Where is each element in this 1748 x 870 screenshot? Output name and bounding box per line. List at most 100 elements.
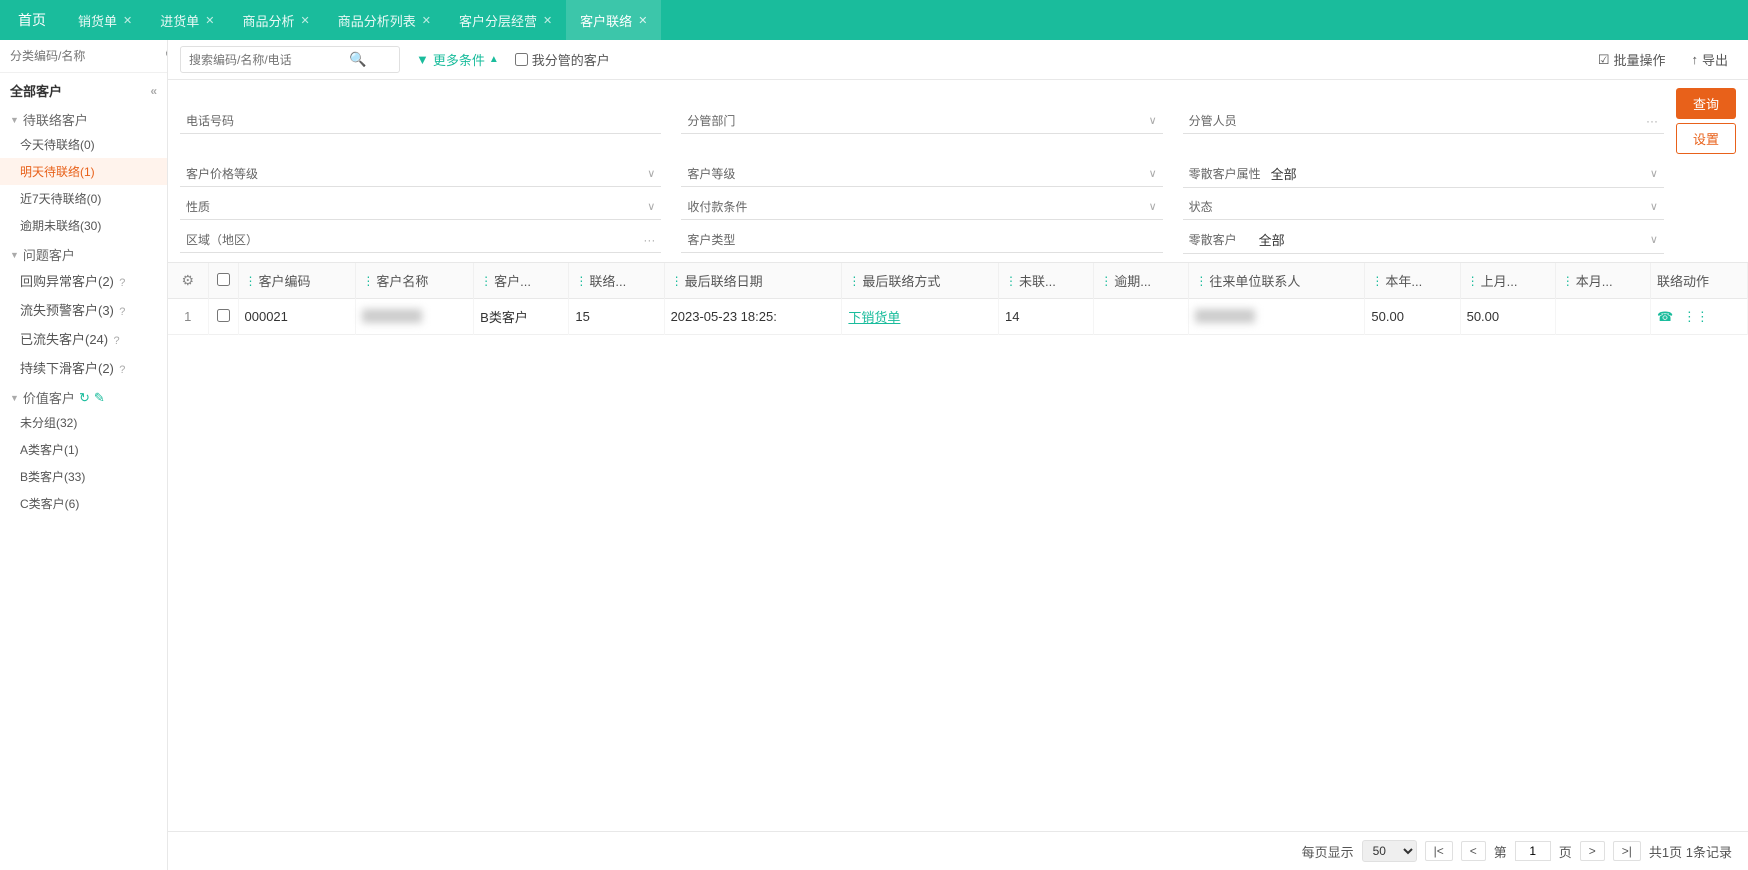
action-buttons: 查询 设置 — [1676, 88, 1736, 154]
filter-customer-type: 客户类型 — [681, 227, 1162, 253]
dropdown-arrow-icon[interactable]: ∨ — [1650, 167, 1658, 180]
export-button[interactable]: ↑ 导出 — [1683, 46, 1736, 73]
tab-sales-order[interactable]: 销货单 ✕ — [64, 0, 146, 40]
row-last-method[interactable]: 下销货单 — [842, 299, 999, 335]
filter-scatter-attr[interactable]: 零散客户属性 全部 ∨ — [1183, 160, 1664, 188]
query-button[interactable]: 查询 — [1676, 88, 1736, 119]
filter-button[interactable]: ▼ 更多条件 ▲ — [408, 46, 507, 73]
page-size-select[interactable]: 50 100 — [1362, 840, 1417, 862]
ellipsis-icon[interactable]: ··· — [643, 233, 655, 247]
sidebar-item-7days[interactable]: 近7天待联络(0) — [0, 185, 167, 212]
sidebar-search-input[interactable] — [10, 49, 165, 63]
sidebar-group-value[interactable]: 价值客户 ↻ ✎ — [0, 382, 167, 409]
sidebar-item-tomorrow[interactable]: 明天待联络(1) — [0, 158, 167, 185]
filter-row-4: 区域（地区） ··· 客户类型 零散客户 全部 ∨ — [180, 226, 1736, 254]
row-contact-count: 15 — [569, 299, 664, 335]
sidebar-item-repurchase[interactable]: 回购异常客户(2) ? — [0, 266, 167, 295]
dropdown-arrow-icon[interactable]: ∨ — [1650, 233, 1658, 246]
last-page-button[interactable]: >| — [1613, 841, 1641, 861]
select-all-checkbox[interactable] — [217, 273, 230, 286]
search-button[interactable]: 🔍 — [349, 51, 366, 68]
search-input[interactable] — [189, 53, 349, 67]
row-checkbox[interactable] — [208, 299, 238, 335]
filter-row-3: 性质 ∨ 收付款条件 ∨ 状态 ∨ — [180, 194, 1736, 220]
sidebar-item-today[interactable]: 今天待联络(0) — [0, 131, 167, 158]
col-settings[interactable]: ⚙ — [168, 263, 208, 299]
col-last-method: 最后联络方式 — [842, 263, 999, 299]
prev-page-button[interactable]: < — [1461, 841, 1486, 861]
arrow-icon: ▲ — [489, 54, 499, 65]
dropdown-arrow-icon[interactable]: ∨ — [1149, 114, 1157, 127]
refresh-icon[interactable]: ↻ — [79, 390, 90, 406]
filter-customer-level[interactable]: 客户等级 ∨ — [681, 161, 1162, 187]
filter-phone: 电话号码 — [180, 108, 661, 134]
row-select-checkbox[interactable] — [217, 309, 230, 322]
sidebar-item-churn-warning[interactable]: 流失预警客户(3) ? — [0, 295, 167, 324]
hint-icon: ? — [119, 277, 125, 289]
filter-nature[interactable]: 性质 ∨ — [180, 194, 661, 220]
tab-customer-tier[interactable]: 客户分层经营 ✕ — [445, 0, 566, 40]
batch-operation-button[interactable]: ☑ 批量操作 — [1590, 46, 1674, 73]
dropdown-arrow-icon[interactable]: ∨ — [647, 167, 655, 180]
all-customers-header[interactable]: 全部客户 « — [0, 73, 167, 104]
toolbar-right: ☑ 批量操作 ↑ 导出 — [1590, 46, 1736, 73]
action-phone-icon[interactable]: ☎ — [1657, 309, 1673, 324]
sidebar-item-churned[interactable]: 已流失客户(24) ? — [0, 324, 167, 353]
tab-purchase-order[interactable]: 进货单 ✕ — [146, 0, 228, 40]
row-code: 000021 — [238, 299, 356, 335]
close-tab-icon[interactable]: ✕ — [300, 14, 309, 27]
tab-customer-contact[interactable]: 客户联络 ✕ — [566, 0, 661, 40]
col-last-date: 最后联络日期 — [664, 263, 842, 299]
first-page-button[interactable]: |< — [1425, 841, 1453, 861]
tab-product-analysis[interactable]: 商品分析 ✕ — [228, 0, 323, 40]
dropdown-arrow-icon[interactable]: ∨ — [647, 200, 655, 213]
tab-product-analysis-list[interactable]: 商品分析列表 ✕ — [324, 0, 445, 40]
sidebar-group-pending[interactable]: 待联络客户 — [0, 104, 167, 131]
my-customers-checkbox[interactable] — [515, 53, 528, 66]
collapse-icon[interactable]: « — [150, 84, 157, 98]
close-tab-icon[interactable]: ✕ — [123, 14, 132, 27]
ellipsis-icon[interactable]: ··· — [1646, 114, 1658, 128]
my-customers-checkbox-label[interactable]: 我分管的客户 — [515, 50, 610, 69]
col-this-month: 本月... — [1555, 263, 1650, 299]
sidebar-item-c-class[interactable]: C类客户(6) — [0, 490, 167, 517]
filter-status[interactable]: 状态 ∨ — [1183, 194, 1664, 220]
col-checkbox[interactable] — [208, 263, 238, 299]
settings-icon[interactable]: ⚙ — [181, 272, 194, 288]
filter-row-1: 电话号码 分管部门 ∨ 分管人员 ··· 查询 设置 — [180, 88, 1736, 154]
row-action[interactable]: ☎ ⋮⋮ — [1651, 299, 1748, 335]
filter-dept[interactable]: 分管部门 ∨ — [681, 108, 1162, 134]
search-wrap: 🔍 — [180, 46, 400, 73]
sidebar-group-problem[interactable]: 问题客户 — [0, 239, 167, 266]
sidebar-search-wrap: 🔍 — [0, 40, 167, 73]
dropdown-arrow-icon[interactable]: ∨ — [1650, 200, 1658, 213]
filter-row-2: 客户价格等级 ∨ 客户等级 ∨ 零散客户属性 全部 ∨ — [180, 160, 1736, 188]
row-last-month: 50.00 — [1460, 299, 1555, 335]
sidebar-item-declining[interactable]: 持续下滑客户(2) ? — [0, 353, 167, 382]
page-input[interactable] — [1515, 841, 1551, 861]
col-type: 客户... — [474, 263, 569, 299]
home-button[interactable]: 首页 — [0, 0, 64, 40]
close-tab-icon[interactable]: ✕ — [543, 14, 552, 27]
sidebar-item-overdue[interactable]: 逾期未联络(30) — [0, 212, 167, 239]
checkbox-icon: ☑ — [1598, 52, 1610, 68]
filter-scatter-customer[interactable]: 零散客户 全部 ∨ — [1183, 226, 1664, 254]
row-this-year: 50.00 — [1365, 299, 1460, 335]
edit-icon[interactable]: ✎ — [94, 390, 105, 406]
filter-payment-terms[interactable]: 收付款条件 ∨ — [681, 194, 1162, 220]
filter-price-level[interactable]: 客户价格等级 ∨ — [180, 161, 661, 187]
close-tab-icon[interactable]: ✕ — [422, 14, 431, 27]
next-page-button[interactable]: > — [1580, 841, 1605, 861]
row-contacts — [1189, 299, 1365, 335]
close-tab-icon[interactable]: ✕ — [638, 14, 647, 27]
settings-button[interactable]: 设置 — [1676, 123, 1736, 154]
sidebar-item-a-class[interactable]: A类客户(1) — [0, 436, 167, 463]
col-this-year: 本年... — [1365, 263, 1460, 299]
sidebar-item-unclassified[interactable]: 未分组(32) — [0, 409, 167, 436]
sidebar-item-b-class[interactable]: B类客户(33) — [0, 463, 167, 490]
col-last-month: 上月... — [1460, 263, 1555, 299]
dropdown-arrow-icon[interactable]: ∨ — [1149, 200, 1157, 213]
close-tab-icon[interactable]: ✕ — [205, 14, 214, 27]
action-more-icon[interactable]: ⋮⋮ — [1683, 309, 1709, 324]
dropdown-arrow-icon[interactable]: ∨ — [1149, 167, 1157, 180]
